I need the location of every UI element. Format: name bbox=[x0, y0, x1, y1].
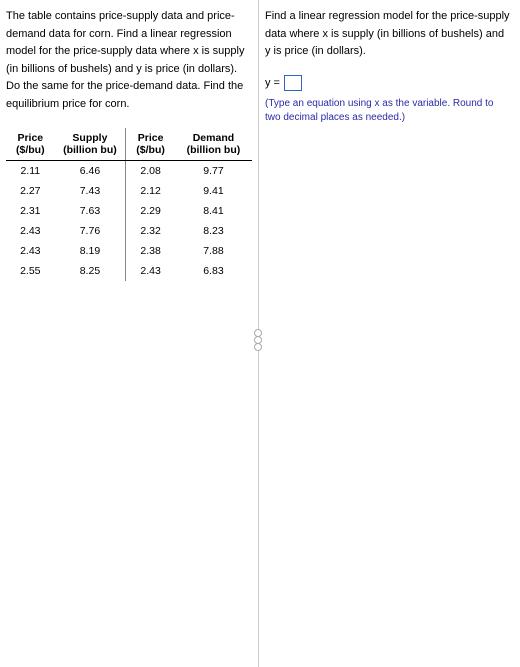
table-row: 2.11 6.46 2.08 9.77 bbox=[6, 160, 252, 181]
cell: 8.23 bbox=[175, 221, 252, 241]
table-row: 2.43 8.19 2.38 7.88 bbox=[6, 241, 252, 261]
cell: 7.43 bbox=[55, 181, 126, 201]
left-pane: The table contains price-supply data and… bbox=[0, 0, 258, 667]
cell: 2.55 bbox=[6, 261, 55, 281]
right-pane: Find a linear regression model for the p… bbox=[258, 0, 516, 667]
handle-icon bbox=[254, 343, 262, 351]
cell: 6.46 bbox=[55, 160, 126, 181]
cell: 7.76 bbox=[55, 221, 126, 241]
cell: 8.25 bbox=[55, 261, 126, 281]
answer-hint: (Type an equation using x as the variabl… bbox=[265, 97, 510, 125]
question-prompt: Find a linear regression model for the p… bbox=[265, 8, 510, 61]
cell: 2.12 bbox=[126, 181, 175, 201]
table-row: 2.27 7.43 2.12 9.41 bbox=[6, 181, 252, 201]
cell: 8.19 bbox=[55, 241, 126, 261]
cell: 2.38 bbox=[126, 241, 175, 261]
header-price-supply: Price ($/bu) bbox=[6, 128, 55, 161]
cell: 7.63 bbox=[55, 201, 126, 221]
header-supply: Supply (billion bu) bbox=[55, 128, 126, 161]
table-row: 2.55 8.25 2.43 6.83 bbox=[6, 261, 252, 281]
cell: 2.27 bbox=[6, 181, 55, 201]
pane-resize-handle[interactable] bbox=[254, 330, 262, 351]
header-price-demand: Price ($/bu) bbox=[126, 128, 175, 161]
cell: 2.43 bbox=[6, 221, 55, 241]
cell: 8.41 bbox=[175, 201, 252, 221]
cell: 2.11 bbox=[6, 160, 55, 181]
cell: 2.08 bbox=[126, 160, 175, 181]
y-equals-label: y = bbox=[265, 77, 280, 89]
header-demand: Demand (billion bu) bbox=[175, 128, 252, 161]
answer-input[interactable] bbox=[284, 75, 302, 91]
table-header-row: Price ($/bu) Supply (billion bu) Price (… bbox=[6, 128, 252, 161]
table-row: 2.31 7.63 2.29 8.41 bbox=[6, 201, 252, 221]
cell: 2.29 bbox=[126, 201, 175, 221]
cell: 9.41 bbox=[175, 181, 252, 201]
table-row: 2.43 7.76 2.32 8.23 bbox=[6, 221, 252, 241]
cell: 2.32 bbox=[126, 221, 175, 241]
cell: 9.77 bbox=[175, 160, 252, 181]
cell: 2.43 bbox=[6, 241, 55, 261]
data-table: Price ($/bu) Supply (billion bu) Price (… bbox=[6, 128, 252, 281]
problem-statement: The table contains price-supply data and… bbox=[6, 8, 252, 114]
cell: 2.43 bbox=[126, 261, 175, 281]
cell: 6.83 bbox=[175, 261, 252, 281]
cell: 7.88 bbox=[175, 241, 252, 261]
answer-row: y = bbox=[265, 75, 510, 91]
cell: 2.31 bbox=[6, 201, 55, 221]
